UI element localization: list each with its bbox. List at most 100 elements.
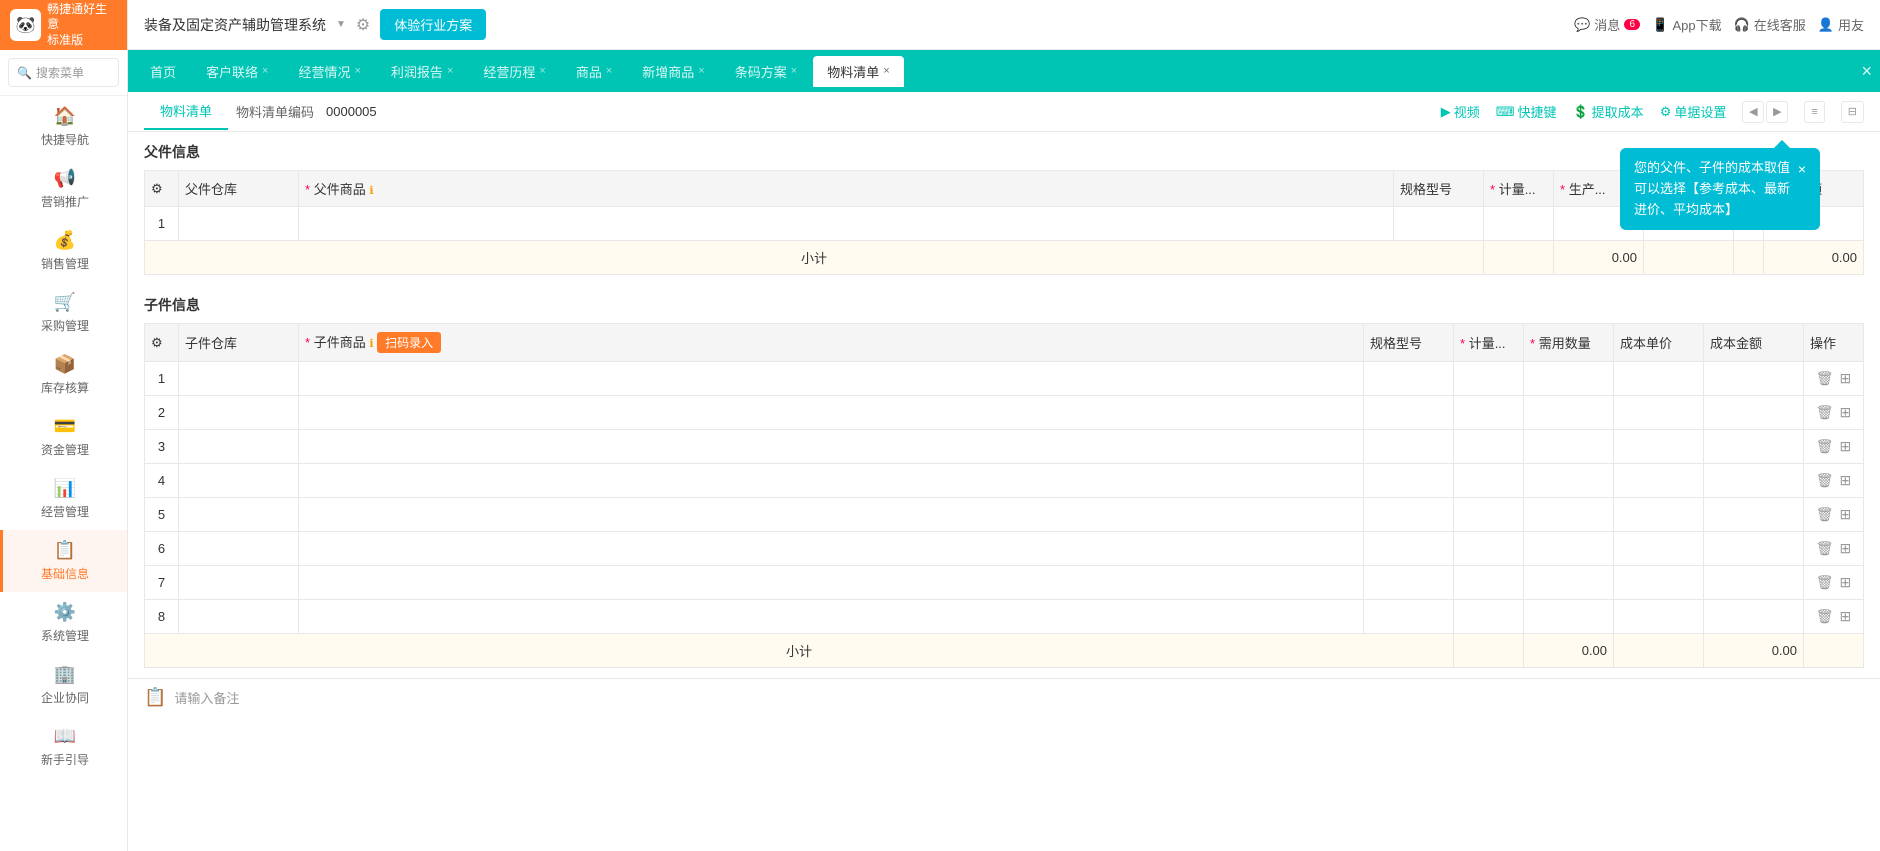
sidebar-item-sales[interactable]: 💰 销售管理 [0,220,127,282]
child-cell-spec-6[interactable] [1364,532,1454,566]
copy-row-icon-7[interactable]: ⊞ [1840,574,1852,591]
child-cell-unitcost-4[interactable] [1614,464,1704,498]
child-cell-warehouse-5[interactable] [179,498,299,532]
child-cell-product-8[interactable] [299,600,1364,634]
child-cell-product-5[interactable] [299,498,1364,532]
copy-row-icon-6[interactable]: ⊞ [1840,540,1852,557]
video-action[interactable]: ▶ 视频 [1441,102,1480,121]
tab-new-product[interactable]: 新增商品 × [628,56,718,87]
search-menu-button[interactable]: 🔍 搜索菜单 [8,58,119,87]
child-cell-product-3[interactable] [299,430,1364,464]
child-cell-qty-4[interactable] [1524,464,1614,498]
child-cell-unitcost-2[interactable] [1614,396,1704,430]
tab-operation-history[interactable]: 经营历程 × [469,56,559,87]
child-cell-unit-5[interactable] [1454,498,1524,532]
app-download-button[interactable]: 📱 App下载 [1652,15,1721,34]
tooltip-close-button[interactable]: × [1798,158,1806,180]
child-cell-product-1[interactable] [299,362,1364,396]
child-cell-spec-8[interactable] [1364,600,1454,634]
single-settings-action[interactable]: ⚙ 单据设置 [1660,102,1727,121]
child-cell-spec-2[interactable] [1364,396,1454,430]
delete-row-icon-4[interactable]: 🗑 [1816,472,1834,489]
tab-close-new-product[interactable]: × [698,65,704,77]
extract-cost-action[interactable]: 💲 提取成本 [1572,102,1643,121]
shortcut-action[interactable]: ⌨ 快捷键 [1496,102,1557,121]
copy-row-icon-8[interactable]: ⊞ [1840,608,1852,625]
child-cell-amount-8[interactable] [1704,600,1804,634]
copy-row-icon-1[interactable]: ⊞ [1840,370,1852,387]
parent-product-info-icon[interactable]: ℹ [369,185,373,197]
child-cell-product-6[interactable] [299,532,1364,566]
delete-row-icon-1[interactable]: 🗑 [1816,370,1834,387]
tab-home[interactable]: 首页 [136,56,190,87]
scan-input-button[interactable]: 扫码录入 [377,332,441,353]
child-cell-warehouse-3[interactable] [179,430,299,464]
copy-row-icon-2[interactable]: ⊞ [1840,404,1852,421]
copy-row-icon-3[interactable]: ⊞ [1840,438,1852,455]
tab-operation-status[interactable]: 经营情况 × [284,56,374,87]
nav-prev[interactable]: ◀ [1742,101,1764,123]
child-cell-amount-2[interactable] [1704,396,1804,430]
child-cell-unitcost-8[interactable] [1614,600,1704,634]
sidebar-item-operation[interactable]: 📊 经营管理 [0,468,127,530]
child-cell-warehouse-6[interactable] [179,532,299,566]
child-th-settings[interactable]: ⚙ [145,324,179,362]
trial-button[interactable]: 体验行业方案 [380,9,486,40]
message-button[interactable]: 💬 消息 6 [1574,15,1640,34]
child-product-info-icon[interactable]: ℹ [369,338,373,350]
child-cell-qty-5[interactable] [1524,498,1614,532]
child-cell-spec-5[interactable] [1364,498,1454,532]
child-cell-qty-8[interactable] [1524,600,1614,634]
nav-expand[interactable]: ⊟ [1841,101,1864,123]
sidebar-item-marketing[interactable]: 📢 营销推广 [0,158,127,220]
child-cell-unit-1[interactable] [1454,362,1524,396]
user-button[interactable]: 👤 用友 [1818,15,1864,34]
child-cell-unit-8[interactable] [1454,600,1524,634]
child-cell-amount-5[interactable] [1704,498,1804,532]
child-cell-unitcost-3[interactable] [1614,430,1704,464]
child-cell-unitcost-7[interactable] [1614,566,1704,600]
child-cell-product-7[interactable] [299,566,1364,600]
system-dropdown-arrow[interactable]: ▼ [336,19,346,30]
sidebar-item-purchase[interactable]: 🛒 采购管理 [0,282,127,344]
delete-row-icon-8[interactable]: 🗑 [1816,608,1834,625]
delete-row-icon-3[interactable]: 🗑 [1816,438,1834,455]
tab-close-product[interactable]: × [606,65,612,77]
child-cell-unit-7[interactable] [1454,566,1524,600]
child-cell-qty-2[interactable] [1524,396,1614,430]
delete-row-icon-5[interactable]: 🗑 [1816,506,1834,523]
copy-row-icon-4[interactable]: ⊞ [1840,472,1852,489]
child-cell-spec-4[interactable] [1364,464,1454,498]
tab-product[interactable]: 商品 × [562,56,626,87]
note-placeholder[interactable]: 请输入备注 [174,688,239,707]
sidebar-item-guide[interactable]: 📖 新手引导 [0,716,127,778]
child-cell-amount-1[interactable] [1704,362,1804,396]
tab-close-barcode[interactable]: × [791,65,797,77]
child-cell-qty-7[interactable] [1524,566,1614,600]
parent-th-settings[interactable]: ⚙ [145,171,179,207]
tab-close-bom[interactable]: × [883,65,889,77]
child-cell-warehouse-8[interactable] [179,600,299,634]
child-cell-warehouse-1[interactable] [179,362,299,396]
tab-close-operation-history[interactable]: × [539,65,545,77]
delete-row-icon-2[interactable]: 🗑 [1816,404,1834,421]
child-cell-unit-6[interactable] [1454,532,1524,566]
sidebar-item-basic[interactable]: 📋 基础信息 [0,530,127,592]
tab-close-profit-report[interactable]: × [447,65,453,77]
online-service-button[interactable]: 🎧 在线客服 [1734,15,1806,34]
nav-next[interactable]: ▶ [1766,101,1788,123]
tab-barcode[interactable]: 条码方案 × [721,56,811,87]
parent-cell-warehouse-1[interactable] [179,207,299,241]
child-cell-warehouse-7[interactable] [179,566,299,600]
child-cell-unit-3[interactable] [1454,430,1524,464]
delete-row-icon-6[interactable]: 🗑 [1816,540,1834,557]
child-cell-amount-6[interactable] [1704,532,1804,566]
child-cell-product-4[interactable] [299,464,1364,498]
sidebar-item-quick-nav[interactable]: 🏠 快捷导航 [0,96,127,158]
tab-bar-end[interactable]: × [1861,61,1872,82]
delete-row-icon-7[interactable]: 🗑 [1816,574,1834,591]
child-cell-unit-4[interactable] [1454,464,1524,498]
child-cell-warehouse-4[interactable] [179,464,299,498]
child-cell-product-2[interactable] [299,396,1364,430]
child-cell-unitcost-6[interactable] [1614,532,1704,566]
